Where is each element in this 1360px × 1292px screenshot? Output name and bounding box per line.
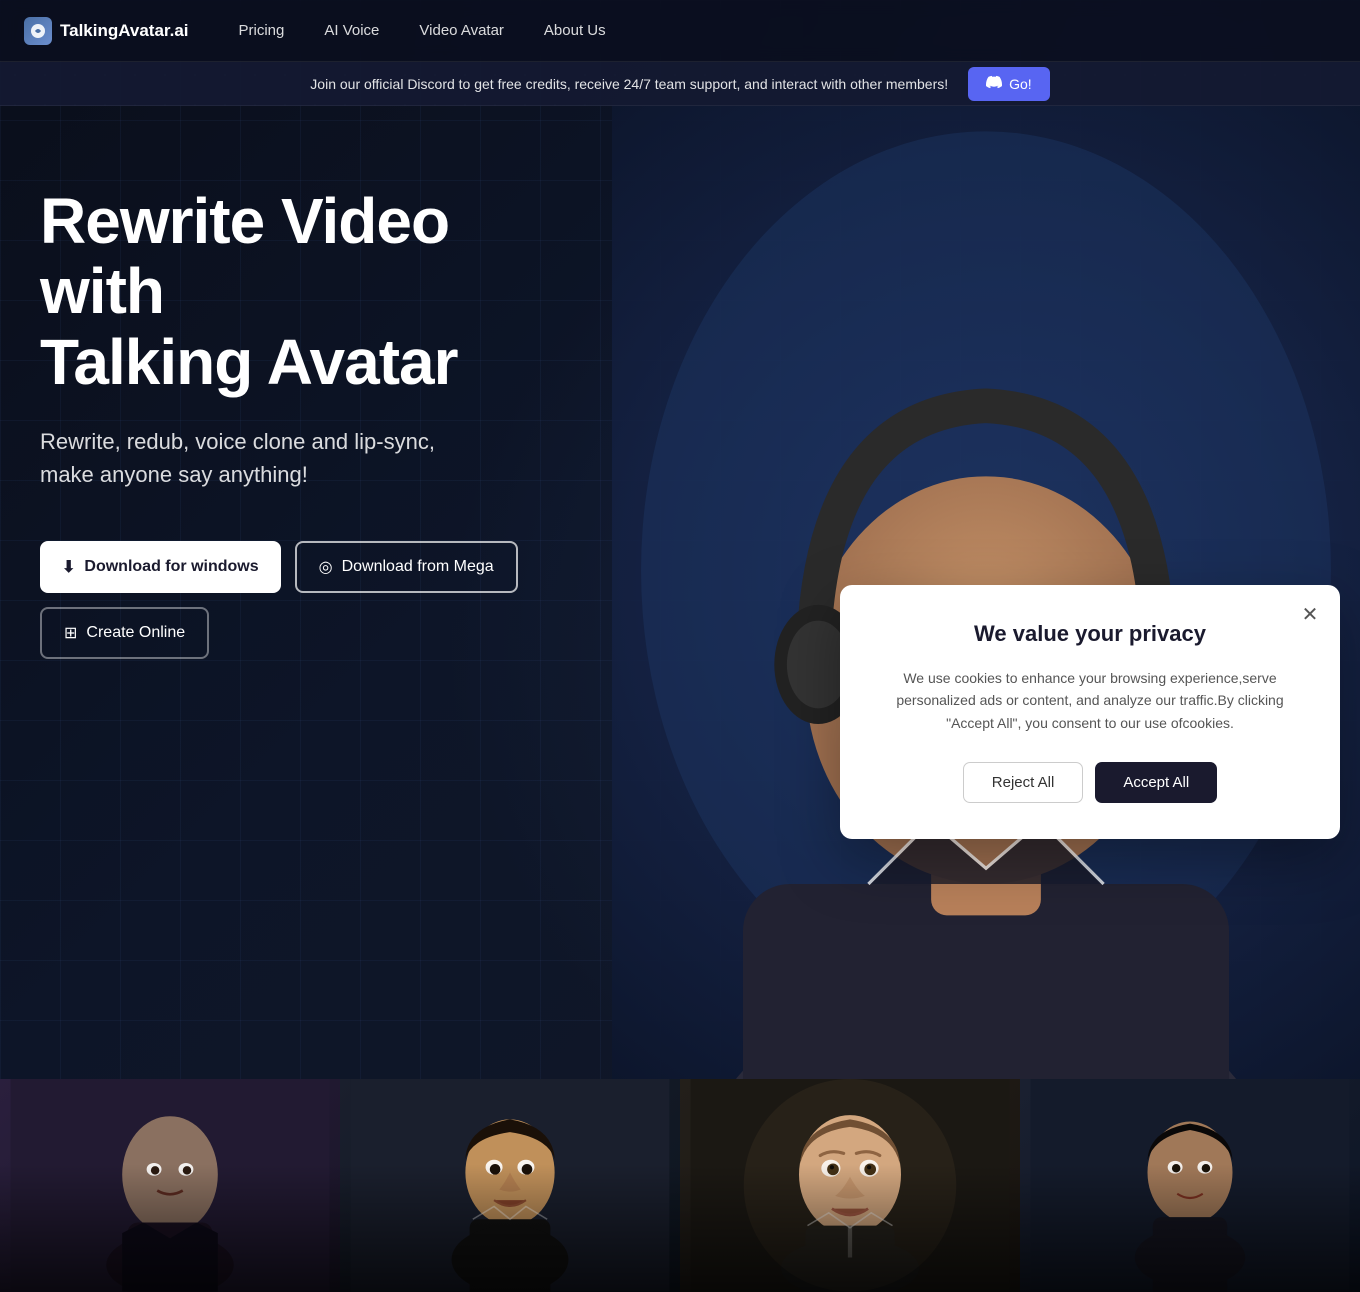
thumb-overlay-1	[0, 1079, 340, 1292]
hero-subtitle: Rewrite, redub, voice clone and lip-sync…	[40, 425, 580, 491]
download-mega-button[interactable]: ◎ Download from Mega	[295, 541, 518, 593]
download-mega-label: Download from Mega	[342, 558, 494, 576]
hero-title-line2: Talking Avatar	[40, 326, 458, 398]
nav-about-us[interactable]: About Us	[526, 14, 624, 47]
discord-banner-text: Join our official Discord to get free cr…	[310, 76, 948, 92]
logo[interactable]: TalkingAvatar.ai	[24, 17, 189, 45]
thumbnails-row	[0, 1079, 1360, 1292]
hero-subtitle-line2: make anyone say anything!	[40, 462, 308, 487]
hero-buttons: ⬇ Download for windows ◎ Download from M…	[40, 541, 580, 659]
download-icon: ⬇	[62, 557, 75, 577]
thumb-overlay-4	[1020, 1079, 1360, 1292]
thumb-overlay-3	[680, 1079, 1020, 1292]
reject-all-button[interactable]: Reject All	[963, 762, 1084, 803]
cookie-modal: ✕ We value your privacy We use cookies t…	[840, 585, 1340, 839]
hero-content: Rewrite Video with Talking Avatar Rewrit…	[0, 106, 620, 719]
nav-video-avatar[interactable]: Video Avatar	[401, 14, 522, 47]
modal-close-button[interactable]: ✕	[1296, 601, 1324, 629]
hero-title-line1: Rewrite Video with	[40, 185, 449, 327]
accept-all-button[interactable]: Accept All	[1095, 762, 1217, 803]
hero-subtitle-line1: Rewrite, redub, voice clone and lip-sync…	[40, 429, 435, 454]
logo-text: TalkingAvatar.ai	[60, 21, 189, 41]
download-windows-button[interactable]: ⬇ Download for windows	[40, 541, 281, 593]
discord-btn-label: Go!	[1009, 76, 1032, 92]
logo-icon	[24, 17, 52, 45]
nav-ai-voice[interactable]: AI Voice	[306, 14, 397, 47]
hero-title: Rewrite Video with Talking Avatar	[40, 186, 580, 397]
discord-icon	[986, 74, 1002, 94]
create-online-label: Create Online	[86, 624, 185, 642]
nav-links: Pricing AI Voice Video Avatar About Us	[221, 14, 624, 47]
cookie-modal-title: We value your privacy	[876, 621, 1304, 647]
discord-go-button[interactable]: Go!	[968, 67, 1050, 101]
thumbnail-4[interactable]	[1020, 1079, 1360, 1292]
download-windows-label: Download for windows	[84, 558, 258, 576]
cookie-modal-text: We use cookies to enhance your browsing …	[876, 667, 1304, 734]
thumb-overlay-2	[340, 1079, 680, 1292]
thumbnail-1[interactable]	[0, 1079, 340, 1292]
navbar: TalkingAvatar.ai Pricing AI Voice Video …	[0, 0, 1360, 62]
nav-pricing[interactable]: Pricing	[221, 14, 303, 47]
discord-banner: Join our official Discord to get free cr…	[0, 62, 1360, 106]
thumbnail-3[interactable]	[680, 1079, 1020, 1292]
mega-icon: ◎	[319, 557, 333, 577]
create-icon: ⊞	[64, 623, 77, 643]
thumbnail-2[interactable]	[340, 1079, 680, 1292]
cookie-modal-buttons: Reject All Accept All	[876, 762, 1304, 803]
create-online-button[interactable]: ⊞ Create Online	[40, 607, 209, 659]
